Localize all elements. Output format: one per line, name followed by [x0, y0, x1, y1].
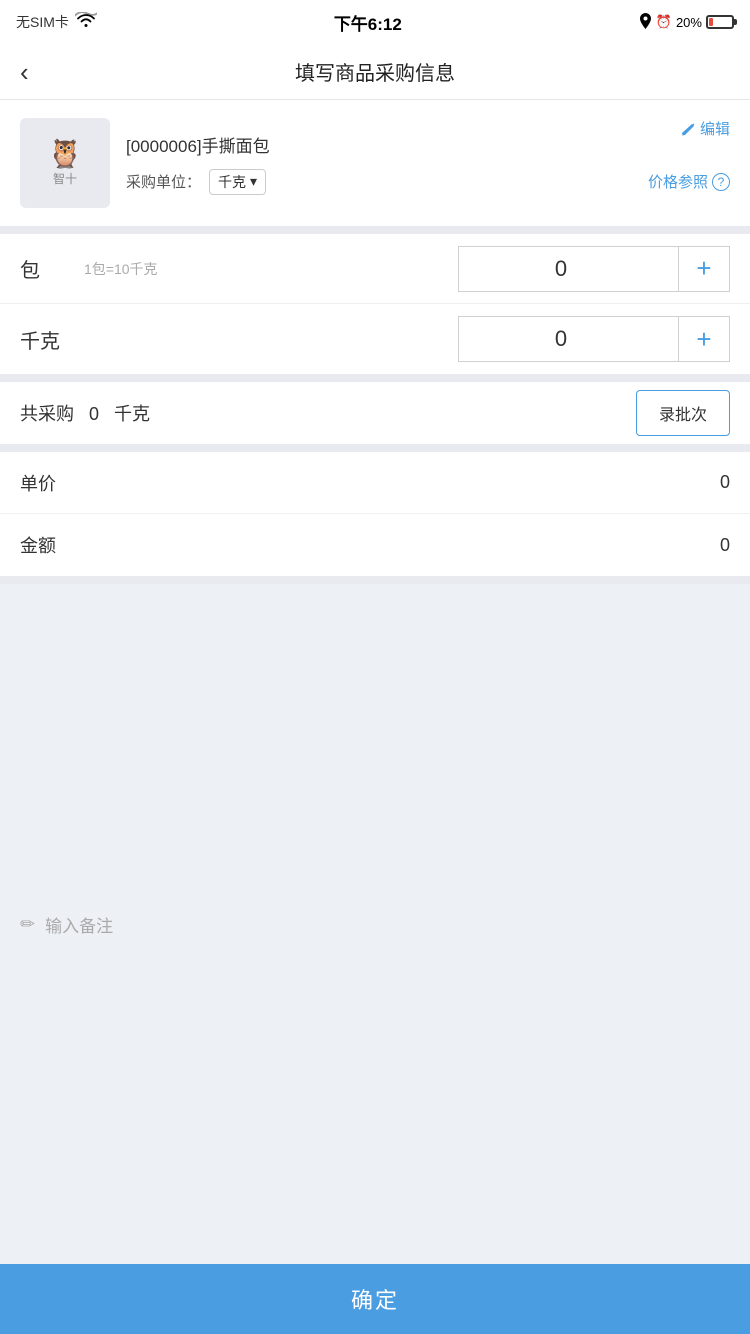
battery-icon — [706, 15, 734, 29]
product-card: 🦉 智十 [0000006]手撕面包 编辑 采购单位： 千克 ▾ 价格参照 ? — [0, 100, 750, 234]
product-name: [0000006]手撕面包 — [126, 132, 270, 157]
dropdown-icon: ▾ — [250, 173, 257, 190]
price-value-unit: 0 — [720, 472, 730, 493]
price-ref-button[interactable]: 价格参照 ? — [648, 171, 730, 192]
purchase-unit-label: 采购单位： — [126, 171, 201, 192]
battery-level: 20% — [676, 15, 702, 30]
qty-plus-kg[interactable]: + — [678, 316, 730, 362]
qty-input-bao[interactable] — [458, 246, 678, 292]
product-thumbnail: 🦉 智十 — [20, 118, 110, 208]
product-info: [0000006]手撕面包 编辑 采购单位： 千克 ▾ 价格参照 ? — [126, 132, 730, 195]
product-logo-text: 智十 — [53, 170, 77, 187]
status-bar: 无SIM卡 下午6:12 ⏰ 20% — [0, 0, 750, 44]
wifi-icon — [75, 12, 97, 32]
qty-input-kg[interactable] — [458, 316, 678, 362]
unit-select[interactable]: 千克 ▾ — [209, 169, 266, 195]
qty-label-kg: 千克 — [20, 325, 80, 354]
product-meta: 采购单位： 千克 ▾ 价格参照 ? — [126, 169, 730, 195]
back-button[interactable]: ‹ — [20, 59, 29, 85]
price-label-amount: 金额 — [20, 532, 56, 558]
total-prefix: 共采购 — [20, 404, 74, 424]
location-icon — [639, 13, 652, 32]
qty-row-bao: 包 1包=10千克 + — [0, 234, 750, 304]
total-unit: 千克 — [114, 404, 150, 424]
price-row-amount: 金额 0 — [0, 514, 750, 576]
qty-hint-bao: 1包=10千克 — [84, 259, 158, 279]
qty-label-bao: 包 — [20, 254, 80, 283]
batch-button[interactable]: 录批次 — [636, 390, 730, 436]
confirm-button[interactable]: 确定 — [0, 1264, 750, 1334]
total-text: 共采购 0 千克 — [20, 400, 150, 426]
price-ref-icon: ? — [712, 173, 730, 191]
qty-input-wrap-bao: + — [458, 246, 730, 292]
qty-row-kg: 千克 + — [0, 304, 750, 374]
status-right: ⏰ 20% — [639, 13, 734, 32]
qty-input-wrap-kg: + — [458, 316, 730, 362]
nav-bar: ‹ 填写商品采购信息 — [0, 44, 750, 100]
product-logo-icon: 🦉 — [48, 140, 83, 168]
sim-status: 无SIM卡 — [16, 12, 69, 32]
qty-plus-bao[interactable]: + — [678, 246, 730, 292]
edit-button[interactable]: 编辑 — [682, 118, 730, 139]
price-value-amount: 0 — [720, 535, 730, 556]
price-section: 单价 0 金额 0 — [0, 452, 750, 584]
page-title: 填写商品采购信息 — [295, 57, 455, 86]
alarm-icon: ⏰ — [656, 14, 672, 30]
note-placeholder: 输入备注 — [45, 912, 113, 937]
status-time: 下午6:12 — [334, 10, 402, 35]
price-row-unit: 单价 0 — [0, 452, 750, 514]
total-row: 共采购 0 千克 录批次 — [0, 382, 750, 452]
quantity-section: 包 1包=10千克 + 千克 + — [0, 234, 750, 382]
price-label-unit: 单价 — [20, 470, 56, 496]
status-left: 无SIM卡 — [16, 12, 97, 32]
price-ref-label: 价格参照 — [648, 171, 708, 192]
unit-value: 千克 — [218, 172, 246, 192]
pencil-icon: ✏ — [20, 914, 35, 935]
note-section[interactable]: ✏ 输入备注 — [0, 584, 750, 1264]
total-value: 0 — [89, 404, 99, 424]
purchase-unit-wrap: 采购单位： 千克 ▾ — [126, 169, 266, 195]
